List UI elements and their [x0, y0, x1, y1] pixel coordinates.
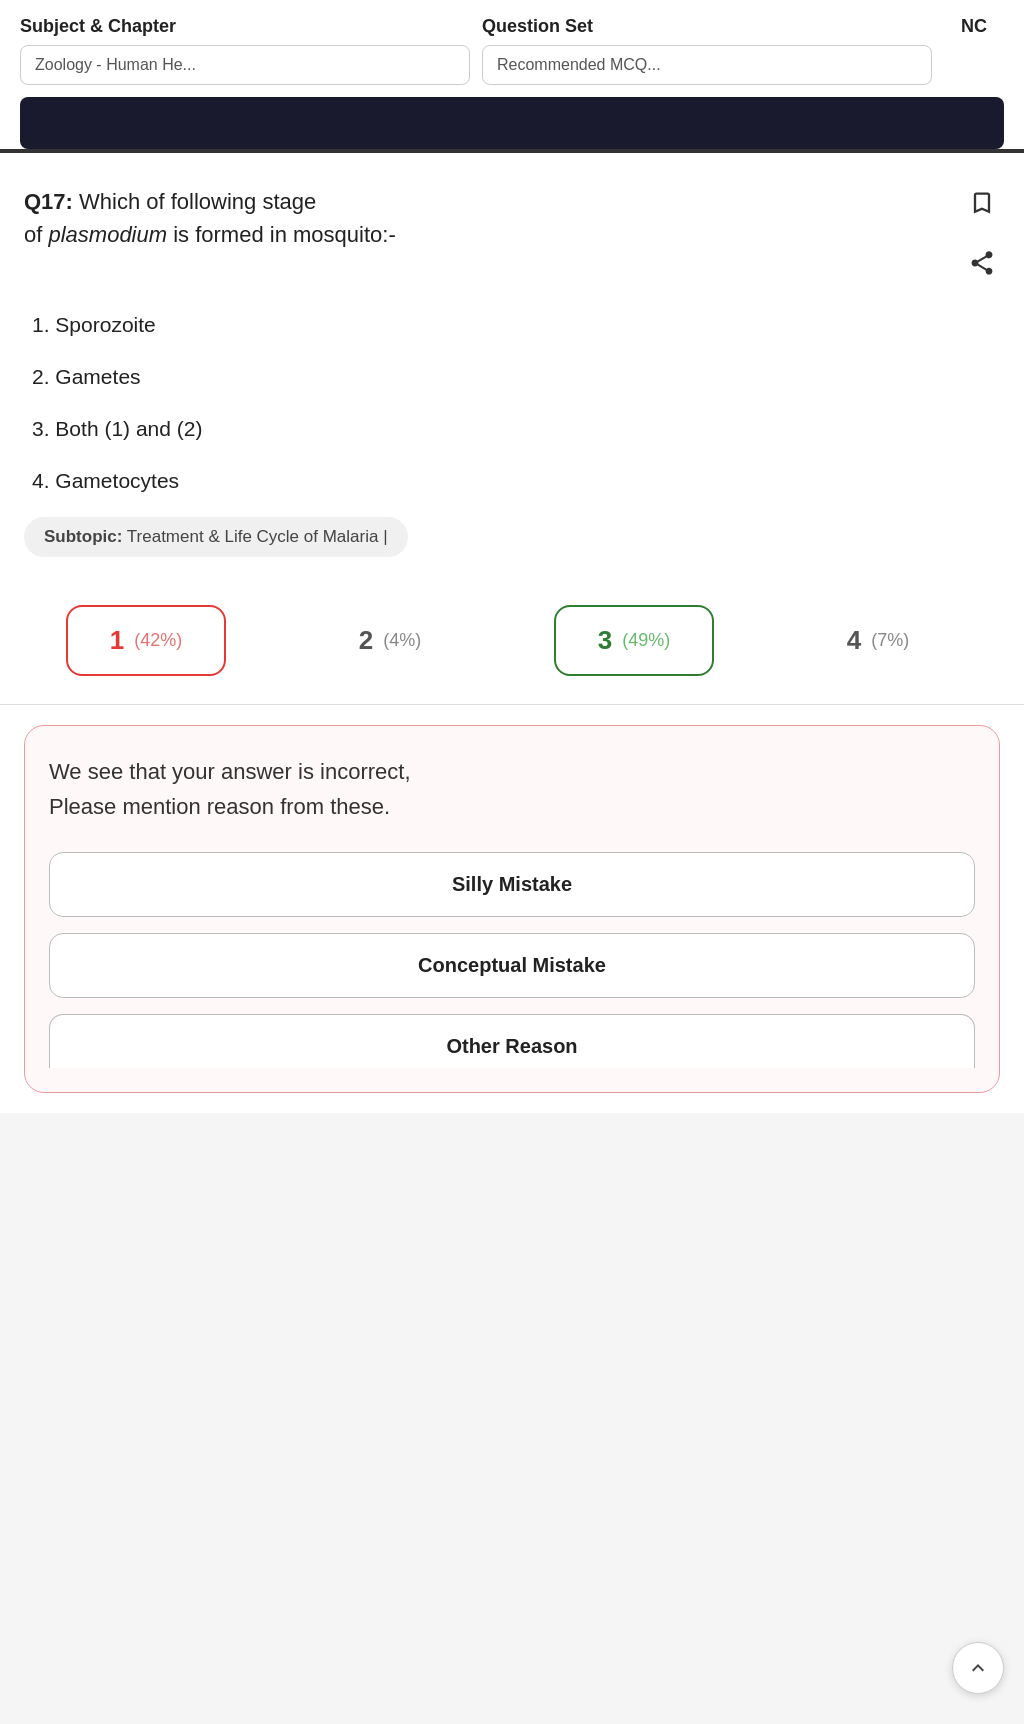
answer-option-2[interactable]: 2 (4%): [310, 607, 470, 674]
subject-value: Zoology - Human He...: [20, 45, 470, 85]
answer-num-2: 2: [359, 625, 373, 656]
question-number: Q17:: [24, 189, 73, 214]
answer-num-3: 3: [598, 625, 612, 656]
answer-option-1[interactable]: 1 (42%): [66, 605, 226, 676]
conceptual-mistake-button[interactable]: Conceptual Mistake: [49, 933, 975, 998]
answer-pct-1: (42%): [134, 630, 182, 651]
question-text-part1: Which of following stage: [73, 189, 316, 214]
nc-col: NC: [944, 16, 1004, 37]
feedback-section: We see that your answer is incorrect, Pl…: [0, 705, 1024, 1113]
scroll-up-button[interactable]: [952, 1642, 1004, 1694]
question-text-part2: of: [24, 222, 48, 247]
header-section: Subject & Chapter Zoology - Human He... …: [0, 0, 1024, 151]
answer-pct-4: (7%): [871, 630, 909, 651]
answer-num-4: 4: [847, 625, 861, 656]
option-1-number: 1.: [32, 313, 55, 336]
feedback-line1: We see that your answer is incorrect,: [49, 759, 411, 784]
answer-row-section: 1 (42%) 2 (4%) 3 (49%) 4 (7%): [0, 585, 1024, 705]
share-button[interactable]: [964, 245, 1000, 281]
question-section: Q17: Which of following stage of plasmod…: [0, 153, 1024, 517]
question-text-part3: is formed in mosquito:-: [167, 222, 396, 247]
nc-label: NC: [961, 16, 987, 37]
option-3-text: Both (1) and (2): [55, 417, 202, 440]
option-2-text: Gametes: [55, 365, 140, 388]
option-2-number: 2.: [32, 365, 55, 388]
subject-label: Subject & Chapter: [20, 16, 470, 37]
question-header: Q17: Which of following stage of plasmod…: [24, 185, 1000, 281]
option-2: 2. Gametes: [24, 365, 1000, 389]
options-list: 1. Sporozoite 2. Gametes 3. Both (1) and…: [24, 313, 1000, 493]
question-text: Q17: Which of following stage of plasmod…: [24, 185, 964, 251]
subject-col: Subject & Chapter Zoology - Human He...: [20, 16, 470, 85]
option-3: 3. Both (1) and (2): [24, 417, 1000, 441]
feedback-card: We see that your answer is incorrect, Pl…: [24, 725, 1000, 1093]
subtopic-value: Treatment & Life Cycle of Malaria |: [127, 527, 388, 546]
option-4-text: Gametocytes: [55, 469, 179, 492]
subtopic-badge: Subtopic: Treatment & Life Cycle of Mala…: [24, 517, 408, 557]
feedback-text: We see that your answer is incorrect, Pl…: [49, 754, 975, 824]
silly-mistake-button[interactable]: Silly Mistake: [49, 852, 975, 917]
bookmark-button[interactable]: [964, 185, 1000, 221]
question-icons: [964, 185, 1000, 281]
feedback-line2: Please mention reason from these.: [49, 794, 390, 819]
dark-bar: [20, 97, 1004, 149]
answer-num-1: 1: [110, 625, 124, 656]
option-3-number: 3.: [32, 417, 55, 440]
answer-option-4[interactable]: 4 (7%): [798, 607, 958, 674]
answer-option-3[interactable]: 3 (49%): [554, 605, 714, 676]
answer-pct-3: (49%): [622, 630, 670, 651]
option-4: 4. Gametocytes: [24, 469, 1000, 493]
answer-options-row: 1 (42%) 2 (4%) 3 (49%) 4 (7%): [24, 605, 1000, 676]
subtopic-label: Subtopic:: [44, 527, 122, 546]
other-reason-partial: Other Reason: [49, 1014, 975, 1068]
question-set-col: Question Set Recommended MCQ...: [482, 16, 932, 85]
option-1: 1. Sporozoite: [24, 313, 1000, 337]
question-set-label: Question Set: [482, 16, 932, 37]
answer-pct-2: (4%): [383, 630, 421, 651]
question-text-italic: plasmodium: [48, 222, 167, 247]
option-1-text: Sporozoite: [55, 313, 155, 336]
header-row: Subject & Chapter Zoology - Human He... …: [20, 16, 1004, 85]
question-set-value: Recommended MCQ...: [482, 45, 932, 85]
subtopic-section: Subtopic: Treatment & Life Cycle of Mala…: [0, 517, 1024, 585]
reason-buttons: Silly Mistake Conceptual Mistake Other R…: [49, 852, 975, 1068]
option-4-number: 4.: [32, 469, 55, 492]
